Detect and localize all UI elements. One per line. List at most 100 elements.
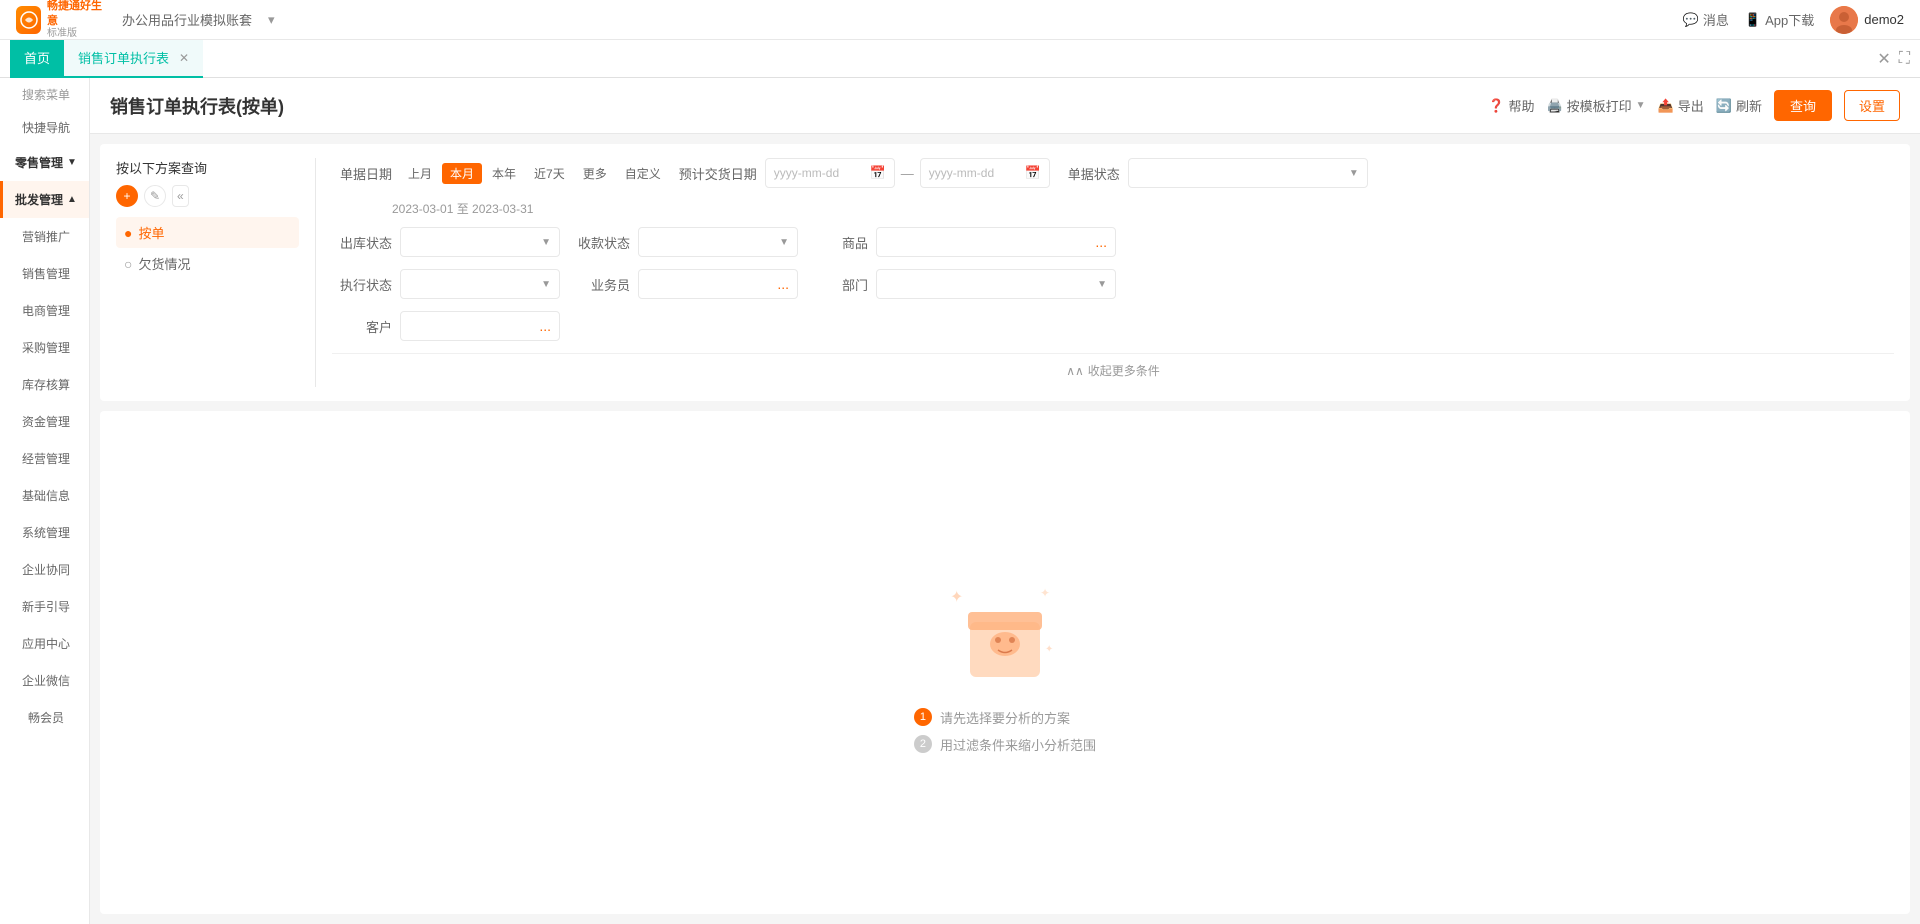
collection-select[interactable]: ▼	[638, 227, 798, 257]
system-title-dropdown[interactable]: ▾	[268, 12, 275, 28]
scheme-icon-order: ●	[124, 225, 132, 241]
product-filter-group: 商品 ...	[808, 227, 1116, 257]
collapse-more-button[interactable]: ∧∧ 收起更多条件	[332, 353, 1894, 387]
print-icon: 🖨️	[1546, 98, 1562, 114]
collection-filter-group: 收款状态 ▼	[570, 227, 798, 257]
tab-close-icon[interactable]: ✕	[179, 51, 189, 65]
sidebar-item-member[interactable]: 畅会员	[0, 699, 89, 736]
date-tab-custom[interactable]: 自定义	[617, 163, 669, 184]
salesrep-label: 业务员	[570, 275, 630, 294]
sidebar-item-sales[interactable]: 销售管理	[0, 255, 89, 292]
left-filter-header: 按以下方案查询	[116, 158, 299, 177]
date-tab-more[interactable]: 更多	[575, 163, 615, 184]
filter-row-4: 客户 ...	[332, 311, 1894, 341]
hint-num-1: 1	[914, 708, 932, 726]
collapse-scheme-button[interactable]: «	[172, 185, 189, 207]
date-separator: —	[901, 166, 914, 181]
tab-close-all-icon[interactable]: ✕	[1877, 49, 1890, 69]
scheme-item-debt[interactable]: ○ 欠货情况	[116, 248, 299, 279]
status-select[interactable]: ▼	[1128, 158, 1368, 188]
query-button[interactable]: 查询	[1774, 90, 1832, 121]
hint-text-1: 请先选择要分析的方案	[940, 708, 1070, 727]
status-arrow-icon: ▼	[1349, 168, 1359, 179]
salesrep-filter-group: 业务员 ...	[570, 269, 798, 299]
calendar-end-icon: 📅	[1025, 165, 1041, 181]
sidebar-item-purchase[interactable]: 采购管理	[0, 329, 89, 366]
filter-section: 按以下方案查询 + ✎ « ●	[116, 158, 1894, 387]
search-label: 搜索菜单	[22, 88, 70, 102]
tab-sales-exec[interactable]: 销售订单执行表 ✕	[64, 40, 203, 78]
svg-text:✦: ✦	[950, 589, 963, 606]
dept-label: 部门	[808, 275, 868, 294]
hint-num-2: 2	[914, 735, 932, 753]
dept-arrow-icon: ▼	[1097, 279, 1107, 290]
print-button[interactable]: 🖨️ 按模板打印 ▼	[1546, 96, 1645, 115]
sidebar-item-quicknav[interactable]: 快捷导航	[0, 111, 89, 144]
sidebar-item-wholesale[interactable]: 批发管理 ▲	[0, 181, 89, 218]
settings-button[interactable]: 设置	[1844, 90, 1900, 121]
sidebar-item-retail[interactable]: 零售管理 ▼	[0, 144, 89, 181]
logo-text: 畅捷通好生意	[47, 0, 106, 28]
salesrep-dots-icon: ...	[777, 276, 789, 292]
page-title: 销售订单执行表(按单)	[110, 93, 284, 119]
empty-svg: ✦ ✦ ✦	[940, 572, 1070, 692]
system-title: 办公用品行业模拟账套	[122, 10, 252, 29]
message-icon: 💬	[1683, 12, 1699, 28]
avatar	[1830, 6, 1858, 34]
status-label: 单据状态	[1060, 164, 1120, 183]
quicknav-label: 快捷导航	[22, 121, 70, 135]
sidebar-item-operations[interactable]: 经营管理	[0, 440, 89, 477]
date-tab-thismonth[interactable]: 本月	[442, 163, 482, 184]
app-download-button[interactable]: 📱 App下载	[1745, 10, 1814, 29]
tab-expand-icon[interactable]: ⛶	[1899, 50, 1910, 68]
sidebar-item-newbie[interactable]: 新手引导	[0, 588, 89, 625]
dept-select[interactable]: ▼	[876, 269, 1116, 299]
product-label: 商品	[808, 233, 868, 252]
status-filter-group: 单据状态 ▼	[1060, 158, 1368, 188]
customer-select[interactable]: ...	[400, 311, 560, 341]
expected-date-end[interactable]: yyyy-mm-dd 📅	[920, 158, 1050, 188]
outbound-select[interactable]: ▼	[400, 227, 560, 257]
content-area: 销售订单执行表(按单) ❓ 帮助 🖨️ 按模板打印 ▼ 📤 导出 🔄 刷新	[90, 78, 1920, 924]
tab-bar: 首页 销售订单执行表 ✕ ✕ ⛶	[0, 40, 1920, 78]
sidebar-item-appstore[interactable]: 应用中心	[0, 625, 89, 662]
export-button[interactable]: 📤 导出	[1658, 96, 1704, 115]
date-tab-thisyear[interactable]: 本年	[484, 163, 524, 184]
top-bar: 畅捷通好生意 标准版 办公用品行业模拟账套 ▾ 💬 消息 📱 App下载 dem…	[0, 0, 1920, 40]
retail-arrow: ▼	[67, 157, 77, 168]
sidebar-item-wechat[interactable]: 企业微信	[0, 662, 89, 699]
add-scheme-button[interactable]: +	[116, 185, 138, 207]
sidebar-item-finance[interactable]: 资金管理	[0, 403, 89, 440]
svg-text:✦: ✦	[1045, 644, 1053, 655]
exec-status-select[interactable]: ▼	[400, 269, 560, 299]
collection-label: 收款状态	[570, 233, 630, 252]
export-icon: 📤	[1658, 98, 1674, 114]
retail-label: 零售管理	[15, 154, 63, 171]
collapse-up-icon: ∧∧	[1066, 364, 1084, 378]
user-area[interactable]: demo2	[1830, 6, 1904, 34]
refresh-button[interactable]: 🔄 刷新	[1716, 96, 1762, 115]
help-button[interactable]: ❓ 帮助	[1488, 96, 1534, 115]
expected-date-start[interactable]: yyyy-mm-dd 📅	[765, 158, 895, 188]
salesrep-select[interactable]: ...	[638, 269, 798, 299]
sidebar-item-basic[interactable]: 基础信息	[0, 477, 89, 514]
sidebar-item-marketing[interactable]: 营销推广	[0, 218, 89, 255]
scheme-item-order[interactable]: ● 按单	[116, 217, 299, 248]
tab-home[interactable]: 首页	[10, 40, 64, 78]
product-select[interactable]: ...	[876, 227, 1116, 257]
wholesale-label: 批发管理	[15, 191, 63, 208]
customer-filter-group: 客户 ...	[332, 311, 560, 341]
sidebar-item-enterprise[interactable]: 企业协同	[0, 551, 89, 588]
empty-hint-1: 1 请先选择要分析的方案	[914, 708, 1096, 727]
sidebar-item-inventory[interactable]: 库存核算	[0, 366, 89, 403]
date-tab-lastmonth[interactable]: 上月	[400, 163, 440, 184]
message-button[interactable]: 💬 消息	[1683, 10, 1729, 29]
date-tab-7days[interactable]: 近7天	[526, 163, 573, 184]
sidebar-item-search[interactable]: 搜索菜单	[0, 78, 89, 111]
sidebar-item-ecommerce[interactable]: 电商管理	[0, 292, 89, 329]
date-label: 单据日期	[332, 164, 392, 183]
right-filter-area: 单据日期 上月 本月 本年 近7天 更多 自定义 预计交货日期	[332, 158, 1894, 387]
sidebar-item-system[interactable]: 系统管理	[0, 514, 89, 551]
customer-label: 客户	[332, 317, 392, 336]
edit-scheme-button[interactable]: ✎	[144, 185, 166, 207]
